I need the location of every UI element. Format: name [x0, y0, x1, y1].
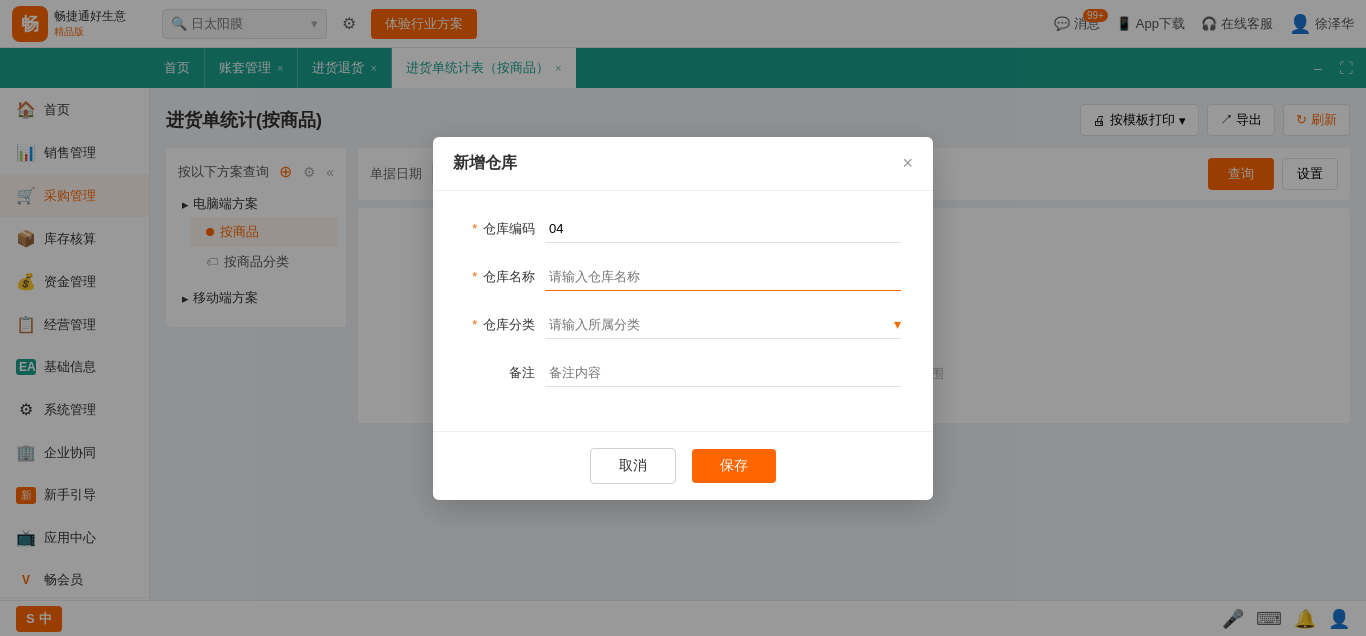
new-warehouse-modal: 新增仓库 × * 仓库编码 * 仓库名称: [433, 137, 933, 500]
modal-footer: 取消 保存: [433, 431, 933, 500]
modal-close-button[interactable]: ×: [902, 153, 913, 174]
modal-body: * 仓库编码 * 仓库名称 * 仓库分类: [433, 191, 933, 431]
save-button[interactable]: 保存: [692, 449, 776, 483]
warehouse-note-input[interactable]: [545, 359, 901, 387]
warehouse-code-row: * 仓库编码: [465, 215, 901, 243]
warehouse-name-row: * 仓库名称: [465, 263, 901, 291]
warehouse-category-label: * 仓库分类: [465, 316, 545, 334]
warehouse-name-label: * 仓库名称: [465, 268, 545, 286]
warehouse-code-input[interactable]: [545, 215, 901, 243]
modal-title: 新增仓库: [453, 153, 517, 174]
category-dropdown-icon[interactable]: ▾: [894, 316, 901, 332]
warehouse-note-label: 备注: [465, 364, 545, 382]
modal-overlay: 新增仓库 × * 仓库编码 * 仓库名称: [0, 0, 1366, 636]
warehouse-category-wrapper: ▾: [545, 311, 901, 339]
warehouse-note-row: 备注: [465, 359, 901, 387]
modal-header: 新增仓库 ×: [433, 137, 933, 191]
warehouse-category-input[interactable]: [545, 311, 894, 338]
warehouse-name-input[interactable]: [545, 263, 901, 291]
warehouse-category-row: * 仓库分类 ▾: [465, 311, 901, 339]
cancel-button[interactable]: 取消: [590, 448, 676, 484]
warehouse-code-label: * 仓库编码: [465, 220, 545, 238]
